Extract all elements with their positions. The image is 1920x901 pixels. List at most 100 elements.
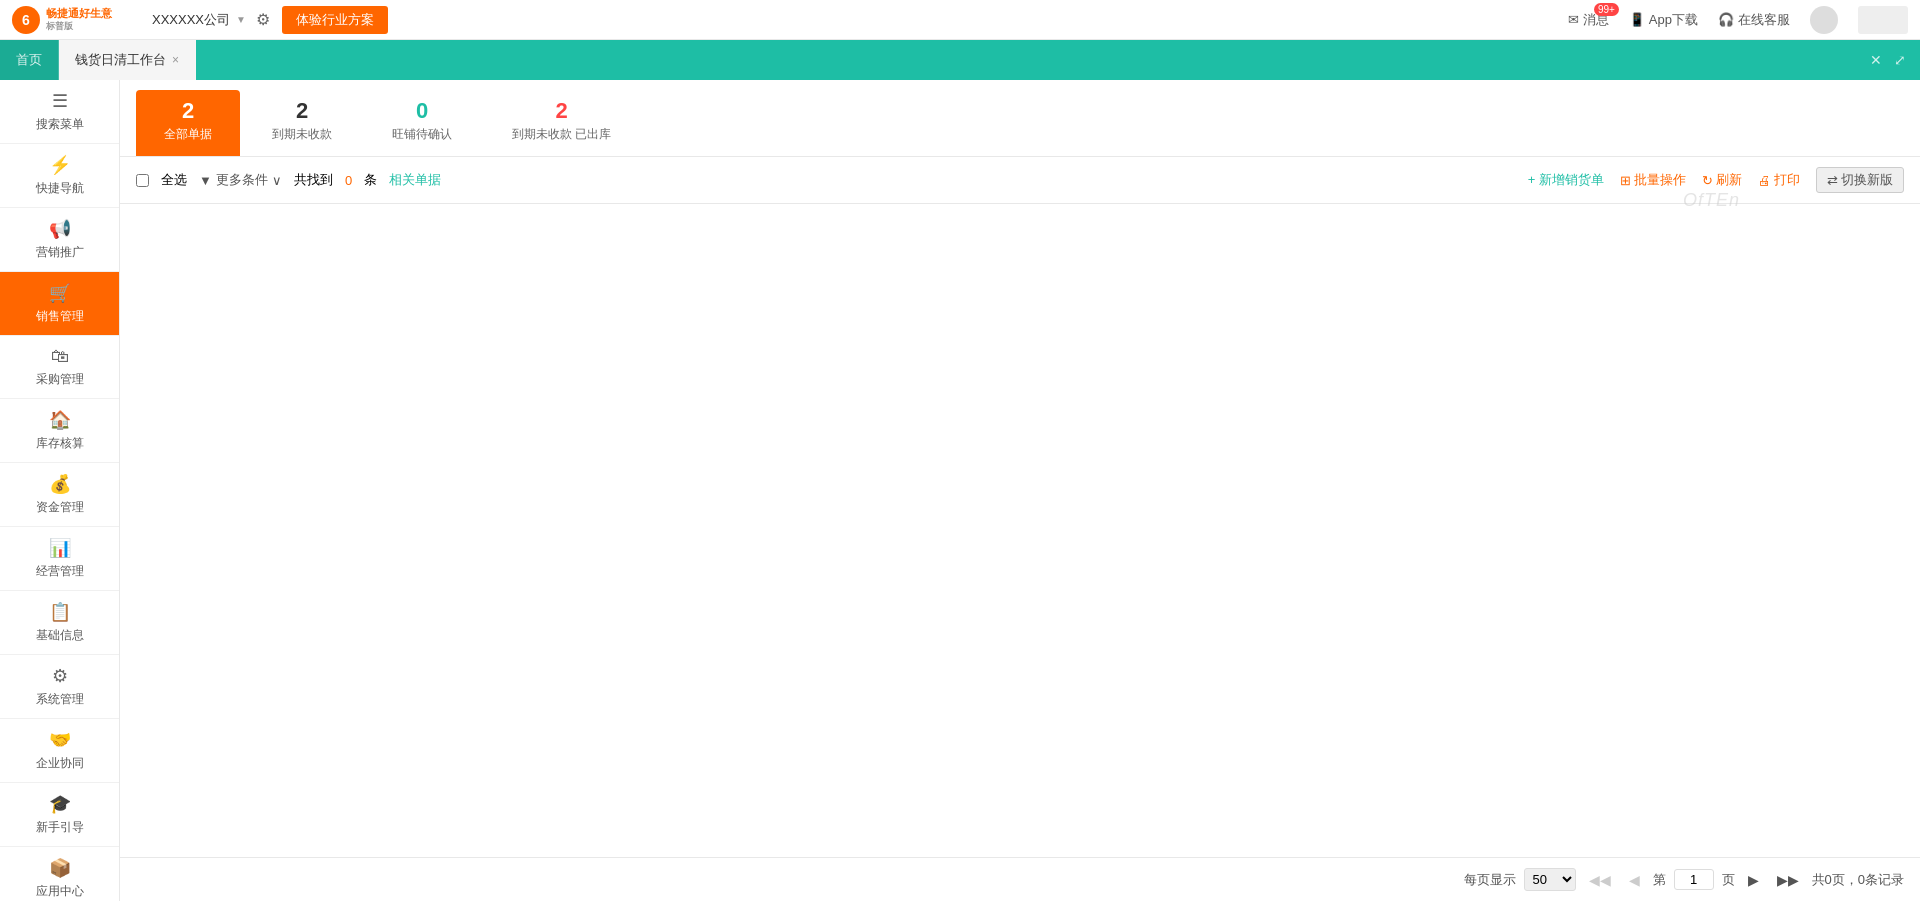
printer-icon: 🖨 bbox=[1758, 173, 1771, 188]
batch-operation-button[interactable]: ⊞ 批量操作 bbox=[1620, 171, 1686, 189]
operations-icon: 📊 bbox=[49, 537, 71, 559]
switch-icon: ⇄ bbox=[1827, 173, 1838, 188]
prev-page-button[interactable]: ◀ bbox=[1624, 870, 1645, 890]
stat-tab-overdue[interactable]: 2 到期未收款 bbox=[244, 90, 360, 156]
related-orders-link[interactable]: 相关单据 bbox=[389, 171, 441, 189]
app-center-icon: 📦 bbox=[49, 857, 71, 879]
last-page-button[interactable]: ▶▶ bbox=[1772, 870, 1804, 890]
sidebar-item-quick-nav[interactable]: ⚡ 快捷导航 bbox=[0, 144, 119, 208]
sidebar-item-label: 经营管理 bbox=[36, 563, 84, 580]
switch-label: 切换新版 bbox=[1841, 171, 1893, 189]
stat-shipped-label: 到期未收款 已出库 bbox=[512, 126, 611, 143]
chevron-down-icon: ∨ bbox=[272, 173, 282, 188]
window-maximize-icon[interactable]: ⤢ bbox=[1894, 52, 1906, 68]
sidebar-item-basic-info[interactable]: 📋 基础信息 bbox=[0, 591, 119, 655]
main-layout: ☰ 搜索菜单 ⚡ 快捷导航 📢 营销推广 🛒 销售管理 🛍 采购管理 🏠 库存核… bbox=[0, 80, 1920, 901]
stats-tabs: 2 全部单据 2 到期未收款 0 旺铺待确认 2 到期未收款 已出库 bbox=[120, 80, 1920, 157]
sidebar: ☰ 搜索菜单 ⚡ 快捷导航 📢 营销推广 🛒 销售管理 🛍 采购管理 🏠 库存核… bbox=[0, 80, 120, 901]
tab-workbench[interactable]: 钱货日清工作台 × bbox=[59, 40, 196, 80]
refresh-label: 刷新 bbox=[1716, 171, 1742, 189]
refresh-button[interactable]: ↻ 刷新 bbox=[1702, 171, 1742, 189]
sidebar-item-guide[interactable]: 🎓 新手引导 bbox=[0, 783, 119, 847]
first-page-button[interactable]: ◀◀ bbox=[1584, 870, 1616, 890]
stat-tab-wangpu[interactable]: 0 旺铺待确认 bbox=[364, 90, 480, 156]
sidebar-item-label: 采购管理 bbox=[36, 371, 84, 388]
batch-icon: ⊞ bbox=[1620, 173, 1631, 188]
sidebar-item-operations[interactable]: 📊 经营管理 bbox=[0, 527, 119, 591]
sales-icon: 🛒 bbox=[49, 282, 71, 304]
window-close-icon[interactable]: ✕ bbox=[1870, 52, 1882, 68]
trial-button[interactable]: 体验行业方案 bbox=[282, 6, 388, 34]
toolbar-right: + 新增销货单 ⊞ 批量操作 ↻ 刷新 🖨 打印 ⇄ 切换新版 bbox=[1528, 167, 1904, 193]
pagination: 每页显示 50 100 200 ◀◀ ◀ 第 页 ▶ ▶▶ 共0页，0条记录 bbox=[120, 857, 1920, 901]
company-selector[interactable]: XXXXXX公司 ▼ bbox=[152, 11, 246, 29]
app-download-icon: 📱 bbox=[1629, 12, 1645, 27]
switch-version-button[interactable]: ⇄ 切换新版 bbox=[1816, 167, 1904, 193]
refresh-icon: ↻ bbox=[1702, 173, 1713, 188]
system-icon: ⚙ bbox=[52, 665, 68, 687]
tab-close-icon[interactable]: × bbox=[172, 53, 179, 67]
select-all-label: 全选 bbox=[161, 171, 187, 189]
sidebar-item-sales[interactable]: 🛒 销售管理 bbox=[0, 272, 119, 336]
page-number-input[interactable] bbox=[1674, 869, 1714, 890]
sidebar-item-search[interactable]: ☰ 搜索菜单 bbox=[0, 80, 119, 144]
stat-all-number: 2 bbox=[182, 98, 194, 124]
stat-all-label: 全部单据 bbox=[164, 126, 212, 143]
sidebar-item-label: 系统管理 bbox=[36, 691, 84, 708]
sidebar-item-app-center[interactable]: 📦 应用中心 bbox=[0, 847, 119, 901]
filter-button[interactable]: ▼ 更多条件 ∨ bbox=[199, 171, 282, 189]
enterprise-icon: 🤝 bbox=[49, 729, 71, 751]
sidebar-item-label: 新手引导 bbox=[36, 819, 84, 836]
stat-wangpu-number: 0 bbox=[416, 98, 428, 124]
sidebar-item-inventory[interactable]: 🏠 库存核算 bbox=[0, 399, 119, 463]
tab-home[interactable]: 首页 bbox=[0, 40, 59, 80]
company-name: XXXXXX公司 bbox=[152, 11, 230, 29]
sidebar-item-finance[interactable]: 💰 资金管理 bbox=[0, 463, 119, 527]
logo-icon: 6 bbox=[12, 6, 40, 34]
window-controls: ✕ ⤢ bbox=[1856, 40, 1920, 80]
logo-text: 畅捷通好生意 bbox=[46, 6, 112, 20]
headset-icon: 🎧 bbox=[1718, 12, 1734, 27]
sidebar-item-label: 资金管理 bbox=[36, 499, 84, 516]
company-dropdown-arrow: ▼ bbox=[236, 14, 246, 25]
filter-icon: ▼ bbox=[199, 173, 212, 188]
sidebar-item-purchase[interactable]: 🛍 采购管理 bbox=[0, 336, 119, 399]
logo-area: 6 畅捷通好生意 标普版 bbox=[12, 6, 132, 34]
add-sales-order-button[interactable]: + 新增销货单 bbox=[1528, 171, 1604, 189]
basic-info-icon: 📋 bbox=[49, 601, 71, 623]
stat-wangpu-label: 旺铺待确认 bbox=[392, 126, 452, 143]
sidebar-item-system[interactable]: ⚙ 系统管理 bbox=[0, 655, 119, 719]
sidebar-item-label: 库存核算 bbox=[36, 435, 84, 452]
inventory-icon: 🏠 bbox=[49, 409, 71, 431]
page-label: 第 bbox=[1653, 871, 1666, 889]
workbench-tab-label: 钱货日清工作台 bbox=[75, 51, 166, 69]
user-name bbox=[1858, 6, 1908, 34]
print-button[interactable]: 🖨 打印 bbox=[1758, 171, 1800, 189]
stat-tab-all[interactable]: 2 全部单据 bbox=[136, 90, 240, 156]
sidebar-item-label: 企业协同 bbox=[36, 755, 84, 772]
nav-tabs: 首页 钱货日清工作台 × ✕ ⤢ bbox=[0, 40, 1920, 80]
sidebar-item-label: 搜索菜单 bbox=[36, 116, 84, 133]
stat-shipped-number: 2 bbox=[556, 98, 568, 124]
found-unit: 条 bbox=[364, 171, 377, 189]
per-page-select[interactable]: 50 100 200 bbox=[1524, 868, 1576, 891]
next-page-button[interactable]: ▶ bbox=[1743, 870, 1764, 890]
avatar[interactable] bbox=[1810, 6, 1838, 34]
table-area bbox=[120, 204, 1920, 857]
stat-overdue-label: 到期未收款 bbox=[272, 126, 332, 143]
settings-icon[interactable]: ⚙ bbox=[256, 10, 270, 29]
stat-tab-shipped[interactable]: 2 到期未收款 已出库 bbox=[484, 90, 639, 156]
found-prefix: 共找到 bbox=[294, 171, 333, 189]
app-download-item[interactable]: 📱 App下载 bbox=[1629, 11, 1698, 29]
batch-label: 批量操作 bbox=[1634, 171, 1686, 189]
message-item[interactable]: ✉ 消息 99+ bbox=[1568, 11, 1609, 29]
finance-icon: 💰 bbox=[49, 473, 71, 495]
print-label: 打印 bbox=[1774, 171, 1800, 189]
quick-nav-icon: ⚡ bbox=[49, 154, 71, 176]
select-all-checkbox[interactable] bbox=[136, 174, 149, 187]
sidebar-item-enterprise[interactable]: 🤝 企业协同 bbox=[0, 719, 119, 783]
online-service-item[interactable]: 🎧 在线客服 bbox=[1718, 11, 1790, 29]
sidebar-item-marketing[interactable]: 📢 营销推广 bbox=[0, 208, 119, 272]
marketing-icon: 📢 bbox=[49, 218, 71, 240]
message-icon: ✉ bbox=[1568, 12, 1579, 27]
